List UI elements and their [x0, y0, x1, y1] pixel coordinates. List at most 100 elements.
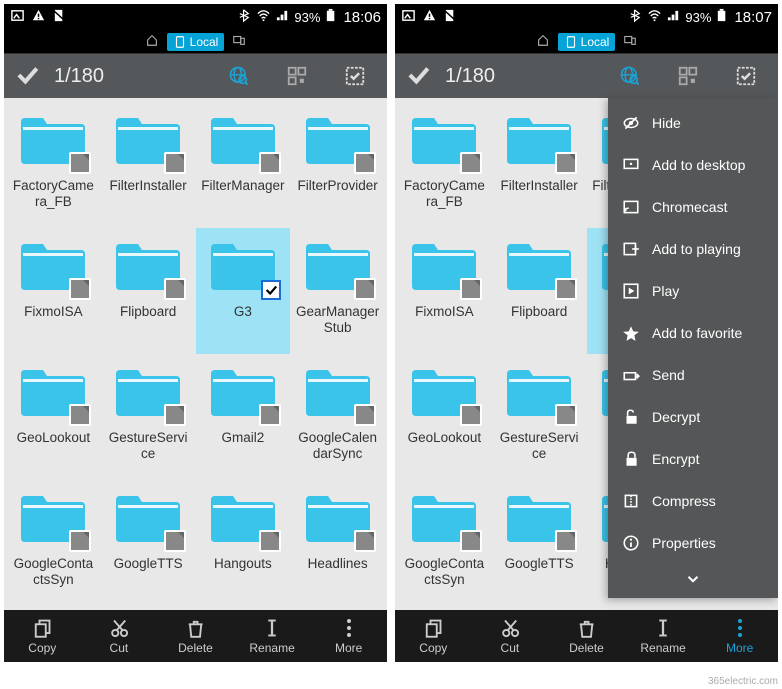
- sdcard-icon: [460, 530, 482, 552]
- devices-icon[interactable]: [623, 33, 637, 50]
- menu-decrypt[interactable]: Decrypt: [608, 396, 778, 438]
- bluetooth-icon: [237, 8, 252, 26]
- folder-item[interactable]: GoogleContactsSyn: [6, 480, 101, 606]
- folder-label: FactoryCamera_FB: [399, 178, 490, 209]
- folder-item[interactable]: FactoryCamera_FB: [397, 102, 492, 228]
- checked-icon: [261, 280, 281, 300]
- folder-item[interactable]: FilterInstaller: [101, 102, 196, 228]
- folder-item[interactable]: Flipboard: [492, 228, 587, 354]
- status-bar: 93% 18:06: [4, 4, 387, 30]
- folder-item[interactable]: GoogleContactsSyn: [397, 480, 492, 606]
- menu-hide[interactable]: Hide: [608, 102, 778, 144]
- devices-icon[interactable]: [232, 33, 246, 50]
- folder-item[interactable]: GoogleTTS: [492, 480, 587, 606]
- folder-item[interactable]: GearManagerStub: [290, 228, 385, 354]
- clock: 18:07: [734, 9, 772, 26]
- folder-label: GoogleContactsSyn: [8, 556, 99, 587]
- folder-item[interactable]: FactoryCamera_FB: [6, 102, 101, 228]
- sdcard-icon: [555, 530, 577, 552]
- search-web-icon[interactable]: [217, 65, 261, 87]
- folder-label: GestureService: [494, 430, 585, 461]
- folder-icon: [112, 238, 184, 296]
- folder-item[interactable]: FilterProvider: [290, 102, 385, 228]
- sdcard-icon: [164, 278, 186, 300]
- folder-label: Flipboard: [508, 304, 570, 320]
- home-icon[interactable]: [145, 33, 159, 50]
- folder-icon: [207, 238, 279, 296]
- search-web-icon[interactable]: [608, 65, 652, 87]
- menu-send[interactable]: Send: [608, 354, 778, 396]
- sdcard-icon: [460, 278, 482, 300]
- folder-item[interactable]: FilterInstaller: [492, 102, 587, 228]
- folder-grid[interactable]: FactoryCamera_FBFilterInstallerFilterMan…: [4, 98, 387, 610]
- folder-icon: [503, 238, 575, 296]
- home-icon[interactable]: [536, 33, 550, 50]
- more-button[interactable]: More: [310, 610, 387, 662]
- folder-icon: [17, 490, 89, 548]
- folder-item[interactable]: Gmail2: [196, 354, 291, 480]
- folder-item[interactable]: Headlines: [290, 480, 385, 606]
- folder-icon: [17, 238, 89, 296]
- folder-label: GoogleTTS: [502, 556, 577, 572]
- selection-toolbar: 1/180: [395, 54, 778, 98]
- battery-icon: [715, 8, 730, 26]
- delete-button[interactable]: Delete: [157, 610, 234, 662]
- menu-chromecast[interactable]: Chromecast: [608, 186, 778, 228]
- signal-icon: [275, 8, 290, 26]
- menu-properties[interactable]: Properties: [608, 522, 778, 564]
- cut-button[interactable]: Cut: [472, 610, 549, 662]
- image-icon: [10, 8, 25, 26]
- folder-item[interactable]: FilterManager: [196, 102, 291, 228]
- select-all-icon[interactable]: [724, 65, 768, 87]
- confirm-icon[interactable]: [14, 62, 40, 91]
- sdcard-icon: [354, 152, 376, 174]
- cut-button[interactable]: Cut: [81, 610, 158, 662]
- action-bar: Copy Cut Delete Rename More: [4, 610, 387, 662]
- local-chip[interactable]: Local: [167, 33, 225, 51]
- action-bar: Copy Cut Delete Rename More: [395, 610, 778, 662]
- sdcard-icon: [259, 404, 281, 426]
- folder-label: FilterProvider: [294, 178, 380, 194]
- folder-label: FilterInstaller: [497, 178, 580, 194]
- sdcard-icon: [69, 404, 91, 426]
- select-all-icon[interactable]: [333, 65, 377, 87]
- rename-button[interactable]: Rename: [625, 610, 702, 662]
- folder-item[interactable]: FixmoISA: [6, 228, 101, 354]
- folder-item[interactable]: GestureService: [492, 354, 587, 480]
- rename-button[interactable]: Rename: [234, 610, 311, 662]
- more-button[interactable]: More: [701, 610, 778, 662]
- selection-count: 1/180: [445, 65, 495, 88]
- folder-item[interactable]: GeoLookout: [6, 354, 101, 480]
- folder-icon: [408, 238, 480, 296]
- folder-item[interactable]: GestureService: [101, 354, 196, 480]
- folder-item[interactable]: Flipboard: [101, 228, 196, 354]
- battery-pct: 93%: [685, 10, 711, 25]
- copy-button[interactable]: Copy: [4, 610, 81, 662]
- qr-icon[interactable]: [666, 65, 710, 87]
- folder-icon: [302, 238, 374, 296]
- menu-add-playing[interactable]: Add to playing: [608, 228, 778, 270]
- copy-button[interactable]: Copy: [395, 610, 472, 662]
- sdcard-icon: [460, 404, 482, 426]
- menu-encrypt[interactable]: Encrypt: [608, 438, 778, 480]
- folder-item[interactable]: GoogleTTS: [101, 480, 196, 606]
- folder-item[interactable]: Hangouts: [196, 480, 291, 606]
- menu-more-icon[interactable]: [608, 564, 778, 594]
- sdcard-icon: [555, 278, 577, 300]
- menu-favorite[interactable]: Add to favorite: [608, 312, 778, 354]
- warning-icon: [422, 8, 437, 26]
- menu-add-desktop[interactable]: Add to desktop: [608, 144, 778, 186]
- qr-icon[interactable]: [275, 65, 319, 87]
- location-bar: Local: [4, 30, 387, 54]
- menu-play[interactable]: Play: [608, 270, 778, 312]
- folder-item[interactable]: GeoLookout: [397, 354, 492, 480]
- delete-button[interactable]: Delete: [548, 610, 625, 662]
- folder-item[interactable]: GoogleCalendarSync: [290, 354, 385, 480]
- bluetooth-icon: [628, 8, 643, 26]
- folder-item[interactable]: G3: [196, 228, 291, 354]
- local-chip[interactable]: Local: [558, 33, 616, 51]
- confirm-icon[interactable]: [405, 62, 431, 91]
- folder-icon: [503, 364, 575, 422]
- folder-item[interactable]: FixmoISA: [397, 228, 492, 354]
- menu-compress[interactable]: Compress: [608, 480, 778, 522]
